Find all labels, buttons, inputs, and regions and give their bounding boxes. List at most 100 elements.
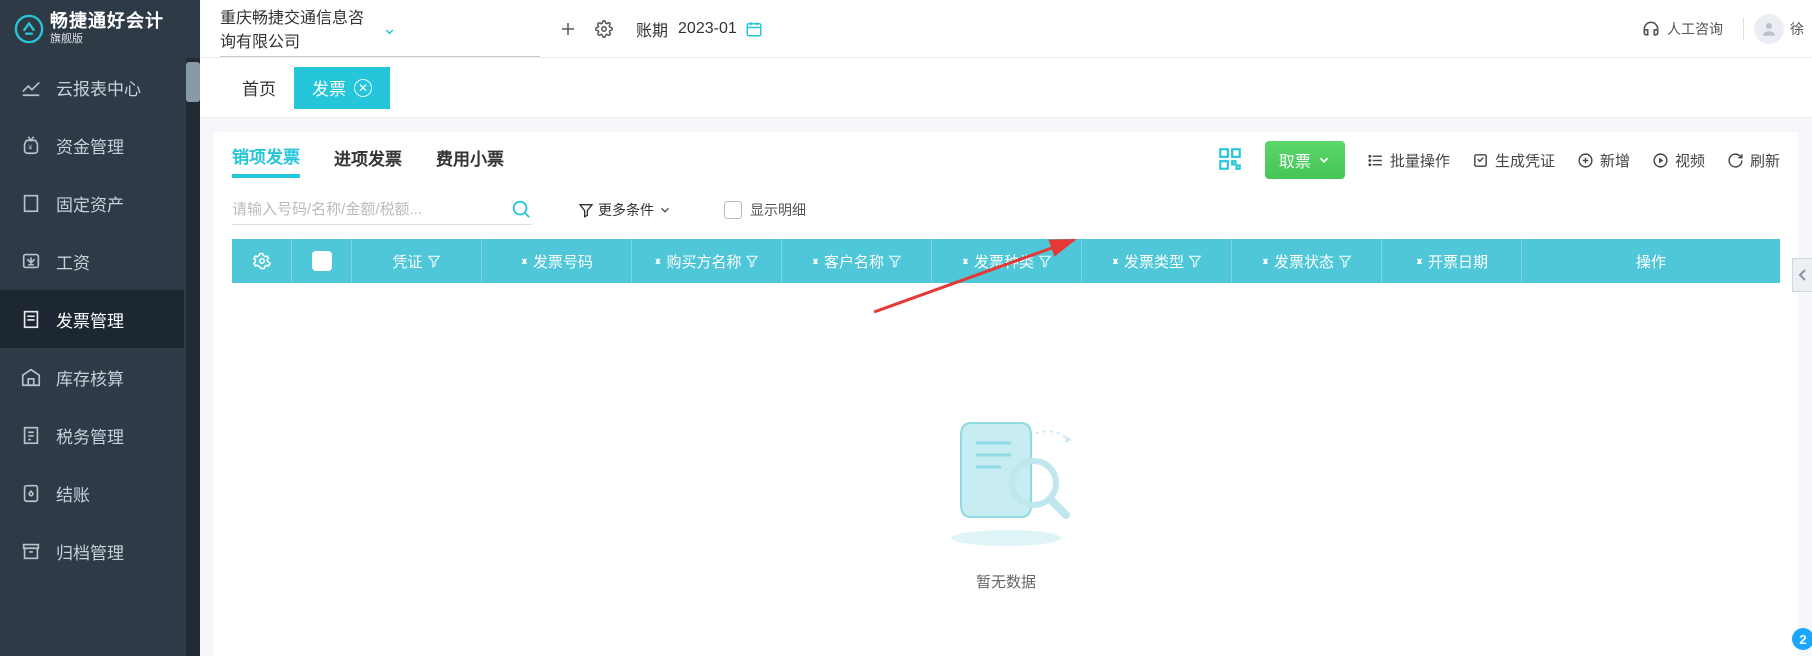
gear-icon <box>595 20 613 38</box>
batch-button[interactable]: 批量操作 <box>1367 150 1450 171</box>
filter-icon <box>1188 254 1202 268</box>
filter-icon <box>888 254 902 268</box>
sidebar-item-label: 税务管理 <box>56 423 124 448</box>
col-type[interactable]: ▲▼ 发票类型 <box>1082 239 1232 283</box>
col-label: 发票号码 <box>533 251 593 272</box>
col-label: 发票类型 <box>1124 251 1184 272</box>
sidebar-item-closing[interactable]: 结账 <box>0 464 184 522</box>
invoice-icon <box>20 308 42 330</box>
col-number[interactable]: ▲▼ 发票号码 <box>482 239 632 283</box>
period-selector[interactable]: 2023-01 <box>678 20 763 38</box>
sidebar-item-label: 发票管理 <box>56 307 124 332</box>
col-customer[interactable]: ▲▼ 客户名称 <box>782 239 932 283</box>
period-label: 账期 <box>636 17 668 41</box>
video-button[interactable]: 视频 <box>1652 150 1705 171</box>
col-label: 发票种类 <box>974 251 1034 272</box>
company-selector[interactable]: 重庆畅捷交通信息咨询有限公司 ⌄ <box>220 0 540 57</box>
table: 凭证 ▲▼ 发票号码 ▲▼ 购买方名称 ▲▼ 客户名称 <box>232 239 1780 592</box>
subtab-label: 进项发票 <box>334 150 402 169</box>
link-label: 视频 <box>1675 150 1705 171</box>
col-date[interactable]: ▲▼ 开票日期 <box>1382 239 1522 283</box>
sidebar-item-label: 归档管理 <box>56 539 124 564</box>
sidebar-item-inventory[interactable]: 库存核算 <box>0 348 184 406</box>
fetch-invoice-button[interactable]: 取票 <box>1265 141 1345 179</box>
svg-text:¥: ¥ <box>28 143 33 152</box>
support-button[interactable]: 人工咨询 <box>1641 19 1723 39</box>
empty-state: 暂无数据 <box>232 283 1780 592</box>
voucher-icon <box>1472 152 1489 169</box>
more-conditions-label: 更多条件 <box>598 200 654 220</box>
generate-voucher-button[interactable]: 生成凭证 <box>1472 150 1555 171</box>
close-icon[interactable]: ✕ <box>354 79 372 97</box>
brand-logo-icon <box>14 14 44 44</box>
filter-icon <box>427 254 441 268</box>
more-conditions-button[interactable]: 更多条件 <box>574 200 676 220</box>
search-input[interactable] <box>232 201 510 218</box>
sidebar: 云报表中心 ¥ 资金管理 固定资产 工资 发票管理 库存核算 税务管理 结账 <box>0 58 200 656</box>
col-label: 凭证 <box>392 251 422 272</box>
button-label: 取票 <box>1279 148 1311 172</box>
salary-icon <box>20 250 42 272</box>
qr-icon <box>1217 146 1243 172</box>
add-button[interactable] <box>550 20 586 38</box>
sidebar-item-assets[interactable]: 固定资产 <box>0 174 184 232</box>
tax-icon <box>20 424 42 446</box>
filter-icon <box>745 254 759 268</box>
empty-text: 暂无数据 <box>976 571 1036 592</box>
refresh-button[interactable]: 刷新 <box>1727 150 1780 171</box>
show-detail-checkbox[interactable]: 显示明细 <box>724 200 806 220</box>
tab-invoice[interactable]: 发票 ✕ <box>294 67 390 109</box>
period-value: 2023-01 <box>678 20 737 38</box>
filter-icon <box>1038 254 1052 268</box>
col-kind[interactable]: ▲▼ 发票种类 <box>932 239 1082 283</box>
sidebar-item-salary[interactable]: 工资 <box>0 232 184 290</box>
sidebar-scrollbar[interactable] <box>186 58 200 656</box>
chevron-down-icon <box>1317 153 1331 167</box>
subtab-receipt[interactable]: 费用小票 <box>436 145 504 176</box>
headset-icon <box>1641 19 1661 39</box>
sidebar-item-label: 结账 <box>56 481 90 506</box>
col-status[interactable]: ▲▼ 发票状态 <box>1232 239 1382 283</box>
sidebar-item-tax[interactable]: 税务管理 <box>0 406 184 464</box>
col-label: 操作 <box>1636 251 1666 272</box>
col-label: 客户名称 <box>824 251 884 272</box>
topbar: 畅捷通好会计 旗舰版 重庆畅捷交通信息咨询有限公司 ⌄ 账期 2023-01 人… <box>0 0 1812 58</box>
subtab-label: 费用小票 <box>436 150 504 169</box>
bubble-count: 2 <box>1799 632 1806 647</box>
subtab-sales[interactable]: 销项发票 <box>232 143 300 178</box>
col-buyer[interactable]: ▲▼ 购买方名称 <box>632 239 782 283</box>
qr-button[interactable] <box>1217 146 1243 175</box>
sidebar-item-funds[interactable]: ¥ 资金管理 <box>0 116 184 174</box>
money-bag-icon: ¥ <box>20 134 42 156</box>
sidebar-item-archive[interactable]: 归档管理 <box>0 522 184 580</box>
tab-home[interactable]: 首页 <box>224 67 294 109</box>
main: 首页 发票 ✕ 销项发票 进项发票 费用小票 取票 批量 <box>200 58 1812 656</box>
avatar[interactable] <box>1754 14 1784 44</box>
settings-button[interactable] <box>586 20 622 38</box>
table-header: 凭证 ▲▼ 发票号码 ▲▼ 购买方名称 ▲▼ 客户名称 <box>232 239 1780 283</box>
col-voucher[interactable]: 凭证 <box>352 239 482 283</box>
archive-icon <box>20 540 42 562</box>
search-icon[interactable] <box>510 198 532 220</box>
link-label: 新增 <box>1600 150 1630 171</box>
plus-circle-icon <box>1577 152 1594 169</box>
col-label: 发票状态 <box>1274 251 1334 272</box>
subtab-purchase[interactable]: 进项发票 <box>334 145 402 176</box>
chevron-down-icon: ⌄ <box>382 18 540 39</box>
notification-bubble[interactable]: 2 <box>1792 628 1812 650</box>
column-settings-button[interactable] <box>232 239 292 283</box>
sidebar-item-label: 固定资产 <box>56 191 124 216</box>
add-button[interactable]: 新增 <box>1577 150 1630 171</box>
sidebar-item-reports[interactable]: 云报表中心 <box>0 58 184 116</box>
select-all-checkbox[interactable] <box>292 239 352 283</box>
sidebar-item-invoice[interactable]: 发票管理 <box>0 290 184 348</box>
play-circle-icon <box>1652 152 1669 169</box>
link-label: 生成凭证 <box>1495 150 1555 171</box>
page-tabs: 首页 发票 ✕ <box>200 58 1812 118</box>
side-drawer-handle[interactable] <box>1792 258 1812 292</box>
col-label: 开票日期 <box>1428 251 1488 272</box>
gear-icon <box>253 252 271 270</box>
lock-book-icon <box>20 482 42 504</box>
brand: 畅捷通好会计 旗舰版 <box>0 0 200 58</box>
sidebar-item-label: 资金管理 <box>56 133 124 158</box>
